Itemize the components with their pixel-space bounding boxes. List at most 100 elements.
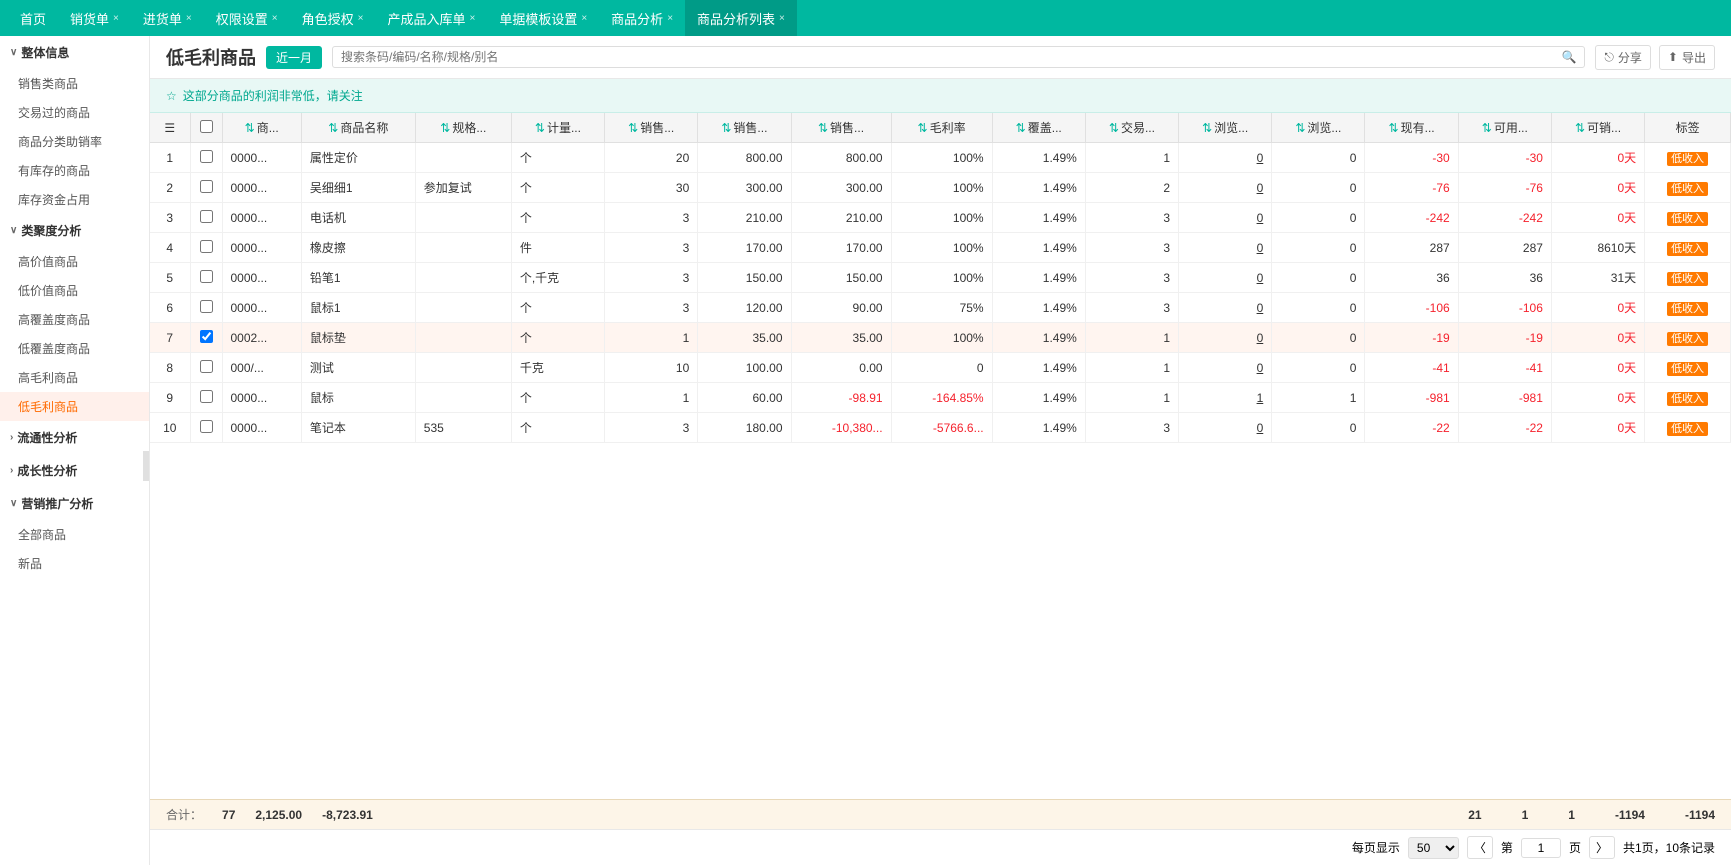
close-analysis-list-icon[interactable]: × — [779, 13, 785, 24]
th-saleable[interactable]: ⇅可销... — [1551, 113, 1644, 143]
th-trade-count[interactable]: ⇅交易... — [1085, 113, 1178, 143]
sidebar-item-low-coverage[interactable]: 低覆盖度商品 — [0, 334, 149, 363]
close-role-icon[interactable]: × — [358, 13, 364, 24]
th-coverage[interactable]: ⇅覆盖... — [992, 113, 1085, 143]
close-template-icon[interactable]: × — [581, 13, 587, 24]
th-settings[interactable]: ☰ — [150, 113, 190, 143]
row-checkbox[interactable] — [200, 180, 213, 193]
td-check[interactable] — [190, 293, 222, 323]
sidebar-item-sales-products[interactable]: 销售类商品 — [0, 69, 149, 98]
row-checkbox[interactable] — [200, 300, 213, 313]
td-check[interactable] — [190, 353, 222, 383]
td-check[interactable] — [190, 413, 222, 443]
td-browse-uv[interactable]: 0 — [1179, 173, 1272, 203]
td-browse-uv[interactable]: 0 — [1179, 233, 1272, 263]
th-unit[interactable]: ⇅计量... — [511, 113, 604, 143]
td-browse-uv[interactable]: 0 — [1179, 143, 1272, 173]
sidebar-item-low-margin[interactable]: 低毛利商品 — [0, 392, 149, 421]
th-stock[interactable]: ⇅现有... — [1365, 113, 1458, 143]
nav-template[interactable]: 单据模板设置 × — [487, 0, 599, 36]
close-permission-icon[interactable]: × — [272, 13, 278, 24]
td-browse-uv[interactable]: 0 — [1179, 293, 1272, 323]
nav-purchase[interactable]: 进货单 × — [131, 0, 204, 36]
th-code[interactable]: ⇅商... — [222, 113, 301, 143]
per-page-select[interactable]: 50 20 100 — [1408, 837, 1459, 859]
share-button[interactable]: ⎋ 分享 — [1595, 45, 1651, 70]
search-input[interactable] — [341, 50, 1561, 64]
td-check[interactable] — [190, 263, 222, 293]
sidebar-item-capital[interactable]: 库存资金占用 — [0, 185, 149, 214]
select-all-checkbox[interactable] — [200, 120, 213, 133]
nav-analysis[interactable]: 商品分析 × — [599, 0, 685, 36]
td-name[interactable]: 鼠标 — [301, 383, 415, 413]
search-icon[interactable]: 🔍 — [1561, 50, 1576, 64]
td-check[interactable] — [190, 233, 222, 263]
nav-analysis-list[interactable]: 商品分析列表 × — [685, 0, 797, 36]
nav-home[interactable]: 首页 — [8, 0, 58, 36]
th-sales-qty[interactable]: ⇅销售... — [605, 113, 698, 143]
row-checkbox[interactable] — [200, 270, 213, 283]
nav-role[interactable]: 角色授权 × — [290, 0, 376, 36]
th-name[interactable]: ⇅商品名称 — [301, 113, 415, 143]
table-container[interactable]: ☰ ⇅商... ⇅商品名称 ⇅规格... ⇅计量... ⇅销售... ⇅销售..… — [150, 113, 1731, 799]
td-name[interactable]: 鼠标1 — [301, 293, 415, 323]
td-browse-uv[interactable]: 0 — [1179, 323, 1272, 353]
td-check[interactable] — [190, 173, 222, 203]
sidebar-section-growth[interactable]: › 成长性分析 — [0, 454, 149, 487]
next-page-button[interactable]: 〉 — [1589, 836, 1615, 859]
row-checkbox[interactable] — [200, 210, 213, 223]
sidebar-section-cluster[interactable]: ∨ 类聚度分析 — [0, 214, 149, 247]
td-browse-uv[interactable]: 0 — [1179, 353, 1272, 383]
td-name[interactable]: 铅笔1 — [301, 263, 415, 293]
sidebar-item-all-products[interactable]: 全部商品 — [0, 520, 149, 549]
row-checkbox[interactable] — [200, 150, 213, 163]
sidebar-collapse-button[interactable]: 《 — [143, 451, 150, 481]
nav-sales[interactable]: 销货单 × — [58, 0, 131, 36]
td-name[interactable]: 橡皮擦 — [301, 233, 415, 263]
td-browse-uv[interactable]: 1 — [1179, 383, 1272, 413]
row-checkbox[interactable] — [200, 330, 213, 343]
td-name[interactable]: 鼠标垫 — [301, 323, 415, 353]
sidebar-item-low-value[interactable]: 低价值商品 — [0, 276, 149, 305]
close-sales-icon[interactable]: × — [113, 13, 119, 24]
row-checkbox[interactable] — [200, 390, 213, 403]
th-sales-amt[interactable]: ⇅销售... — [698, 113, 791, 143]
close-analysis-icon[interactable]: × — [667, 13, 673, 24]
sidebar-item-new-products[interactable]: 新品 — [0, 549, 149, 578]
th-checkbox[interactable] — [190, 113, 222, 143]
row-checkbox[interactable] — [200, 240, 213, 253]
sidebar-item-category-rate[interactable]: 商品分类助销率 — [0, 127, 149, 156]
sidebar-section-liquidity[interactable]: › 流通性分析 — [0, 421, 149, 454]
td-name[interactable]: 测试 — [301, 353, 415, 383]
td-browse-uv[interactable]: 0 — [1179, 413, 1272, 443]
sidebar-item-high-value[interactable]: 高价值商品 — [0, 247, 149, 276]
time-filter-button[interactable]: 近一月 — [266, 46, 322, 69]
td-check[interactable] — [190, 203, 222, 233]
export-button[interactable]: ⬆ 导出 — [1659, 45, 1715, 70]
page-input[interactable] — [1521, 838, 1561, 858]
sidebar-item-traded[interactable]: 交易过的商品 — [0, 98, 149, 127]
th-spec[interactable]: ⇅规格... — [415, 113, 511, 143]
close-product-entry-icon[interactable]: × — [469, 13, 475, 24]
td-name[interactable]: 吴细细1 — [301, 173, 415, 203]
th-gross-rate[interactable]: ⇅毛利率 — [891, 113, 992, 143]
sidebar-item-high-coverage[interactable]: 高覆盖度商品 — [0, 305, 149, 334]
td-name[interactable]: 电话机 — [301, 203, 415, 233]
row-checkbox[interactable] — [200, 360, 213, 373]
td-name[interactable]: 笔记本 — [301, 413, 415, 443]
th-browse-pv[interactable]: ⇅浏览... — [1272, 113, 1365, 143]
sidebar-section-marketing[interactable]: ∨ 营销推广分析 — [0, 487, 149, 520]
td-check[interactable] — [190, 383, 222, 413]
th-sales-profit[interactable]: ⇅销售... — [791, 113, 891, 143]
close-purchase-icon[interactable]: × — [186, 13, 192, 24]
td-name[interactable]: 属性定价 — [301, 143, 415, 173]
td-check[interactable] — [190, 143, 222, 173]
th-browse-uv[interactable]: ⇅浏览... — [1179, 113, 1272, 143]
td-browse-uv[interactable]: 0 — [1179, 203, 1272, 233]
prev-page-button[interactable]: 〈 — [1467, 836, 1493, 859]
sidebar-item-in-stock[interactable]: 有库存的商品 — [0, 156, 149, 185]
sidebar-item-high-margin[interactable]: 高毛利商品 — [0, 363, 149, 392]
row-checkbox[interactable] — [200, 420, 213, 433]
sidebar-section-overall[interactable]: ∨ 整体信息 — [0, 36, 149, 69]
nav-permission[interactable]: 权限设置 × — [204, 0, 290, 36]
